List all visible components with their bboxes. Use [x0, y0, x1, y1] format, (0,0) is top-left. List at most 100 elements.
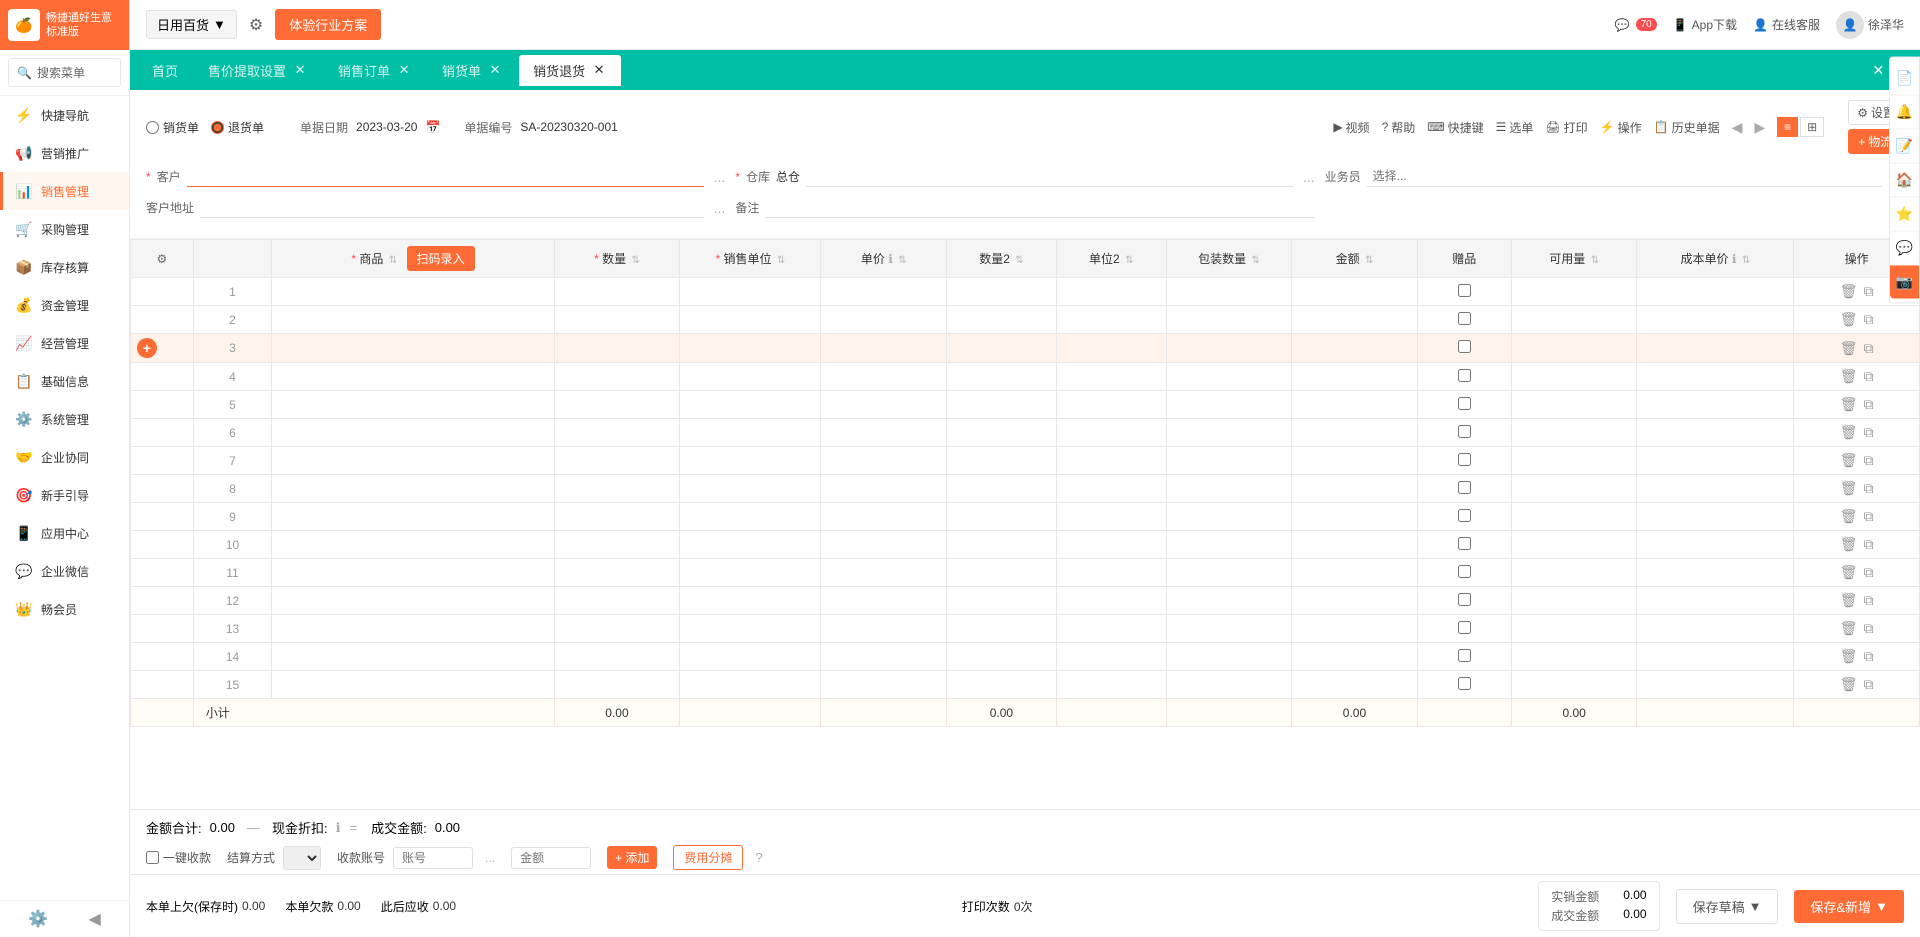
row-unit-cell[interactable]	[680, 587, 821, 615]
row-amount-cell[interactable]	[1292, 587, 1418, 615]
cost-info-icon[interactable]: ℹ	[1732, 252, 1737, 266]
product-input-1[interactable]	[278, 285, 547, 299]
dots-btn[interactable]: ...	[485, 851, 495, 865]
one-click-payment-checkbox[interactable]: 一键收款	[146, 849, 211, 866]
tab-sales-order[interactable]: 销售订单 ✕	[324, 55, 426, 86]
price-input-11[interactable]	[827, 566, 940, 580]
history-btn[interactable]: 📋 历史单据	[1654, 119, 1720, 136]
right-tool-chat[interactable]: 💬	[1890, 232, 1919, 266]
unit-input-8[interactable]	[686, 482, 814, 496]
row-amount-cell[interactable]	[1292, 559, 1418, 587]
gift-checkbox-13[interactable]	[1458, 621, 1471, 634]
amount-input[interactable]	[511, 847, 591, 869]
delete-row-icon[interactable]: 🗑	[1840, 592, 1858, 609]
row-amount-cell[interactable]	[1292, 671, 1418, 699]
industry-selector[interactable]: 日用百货 ▼	[146, 10, 237, 39]
topbar-gear-icon[interactable]: ⚙	[249, 15, 263, 35]
account-input[interactable]	[393, 847, 473, 869]
customer-more-btn[interactable]: ...	[714, 169, 726, 185]
row-available-cell[interactable]	[1511, 391, 1637, 419]
print-btn[interactable]: 🖨 打印	[1545, 119, 1587, 136]
product-input-8[interactable]	[278, 482, 547, 496]
row-qty-cell[interactable]	[554, 643, 680, 671]
radio-delivery[interactable]: 销货单	[146, 119, 199, 136]
unit-input-15[interactable]	[686, 678, 814, 692]
row-product-cell[interactable]	[272, 503, 554, 531]
row-product-cell[interactable]	[272, 671, 554, 699]
price-input-8[interactable]	[827, 482, 940, 496]
row-unit-cell[interactable]	[680, 363, 821, 391]
qty-input-11[interactable]	[561, 566, 674, 580]
gift-checkbox-9[interactable]	[1458, 509, 1471, 522]
row-pkg-qty-cell[interactable]	[1166, 447, 1292, 475]
delete-row-icon[interactable]: 🗑	[1840, 620, 1858, 637]
row-available-cell[interactable]	[1511, 531, 1637, 559]
cost-sort-icon[interactable]: ⇅	[1742, 255, 1750, 266]
right-tool-note[interactable]: 📝	[1890, 130, 1919, 164]
row-gift-cell[interactable]	[1417, 559, 1511, 587]
copy-row-icon[interactable]: ⧉	[1864, 592, 1874, 609]
payment-checkbox-input[interactable]	[146, 851, 159, 864]
pkg-sort-icon[interactable]: ⇅	[1251, 255, 1259, 266]
right-tool-bell[interactable]: 🔔	[1890, 96, 1919, 130]
row-available-cell[interactable]	[1511, 334, 1637, 363]
unit-input-6[interactable]	[686, 426, 814, 440]
qty-input-14[interactable]	[561, 650, 674, 664]
row-unit2-cell[interactable]	[1056, 587, 1166, 615]
video-btn[interactable]: ▶ 视频	[1333, 119, 1369, 136]
row-qty2-cell[interactable]	[946, 391, 1056, 419]
sidebar-item-vip[interactable]: 👑 畅会员	[0, 590, 129, 628]
address-more-btn[interactable]: ...	[714, 200, 726, 216]
avail-sort-icon[interactable]: ⇅	[1591, 255, 1599, 266]
row-price-cell[interactable]	[821, 615, 947, 643]
row-available-cell[interactable]	[1511, 278, 1637, 306]
row-unit2-cell[interactable]	[1056, 391, 1166, 419]
row-gift-cell[interactable]	[1417, 447, 1511, 475]
row-price-cell[interactable]	[821, 671, 947, 699]
row-price-cell[interactable]	[821, 447, 947, 475]
message-btn[interactable]: 💬 70	[1615, 18, 1657, 32]
copy-row-icon[interactable]: ⧉	[1864, 424, 1874, 441]
product-input-6[interactable]	[278, 426, 547, 440]
delete-row-icon[interactable]: 🗑	[1840, 564, 1858, 581]
row-product-cell[interactable]	[272, 278, 554, 306]
row-amount-cell[interactable]	[1292, 391, 1418, 419]
calendar-icon[interactable]: 📅	[425, 120, 440, 134]
row-available-cell[interactable]	[1511, 306, 1637, 334]
warehouse-more-btn[interactable]: ...	[1303, 169, 1315, 185]
row-available-cell[interactable]	[1511, 615, 1637, 643]
row-qty-cell[interactable]	[554, 447, 680, 475]
row-qty2-cell[interactable]	[946, 419, 1056, 447]
row-qty2-cell[interactable]	[946, 503, 1056, 531]
nav-prev-icon[interactable]: ◀	[1732, 119, 1743, 136]
row-unit-cell[interactable]	[680, 671, 821, 699]
unit-input-3[interactable]	[686, 341, 814, 355]
row-cost-price-cell[interactable]	[1637, 391, 1794, 419]
row-amount-cell[interactable]	[1292, 334, 1418, 363]
price-input-12[interactable]	[827, 594, 940, 608]
row-amount-cell[interactable]	[1292, 531, 1418, 559]
price-input-1[interactable]	[827, 285, 940, 299]
gift-checkbox-4[interactable]	[1458, 369, 1471, 382]
row-gift-cell[interactable]	[1417, 306, 1511, 334]
row-unit-cell[interactable]	[680, 531, 821, 559]
row-pkg-qty-cell[interactable]	[1166, 615, 1292, 643]
close-tab-icon[interactable]: ✕	[1869, 60, 1889, 81]
sidebar-item-finance[interactable]: 💰 资金管理	[0, 286, 129, 324]
row-price-cell[interactable]	[821, 475, 947, 503]
row-unit-cell[interactable]	[680, 306, 821, 334]
tab-close-sales-order[interactable]: ✕	[396, 62, 412, 78]
gift-checkbox-15[interactable]	[1458, 677, 1471, 690]
delete-row-icon[interactable]: 🗑	[1840, 311, 1858, 328]
info-icon[interactable]: ℹ	[336, 820, 341, 836]
product-input-13[interactable]	[278, 622, 547, 636]
row-price-cell[interactable]	[821, 643, 947, 671]
shortcut-btn[interactable]: ⌨ 快捷键	[1427, 119, 1483, 136]
copy-row-icon[interactable]: ⧉	[1864, 620, 1874, 637]
row-pkg-qty-cell[interactable]	[1166, 671, 1292, 699]
price-sort-icon[interactable]: ⇅	[898, 255, 906, 266]
search-menu-button[interactable]: 🔍 搜索菜单	[8, 58, 121, 87]
copy-row-icon[interactable]: ⧉	[1864, 564, 1874, 581]
row-cost-price-cell[interactable]	[1637, 278, 1794, 306]
row-qty2-cell[interactable]	[946, 531, 1056, 559]
